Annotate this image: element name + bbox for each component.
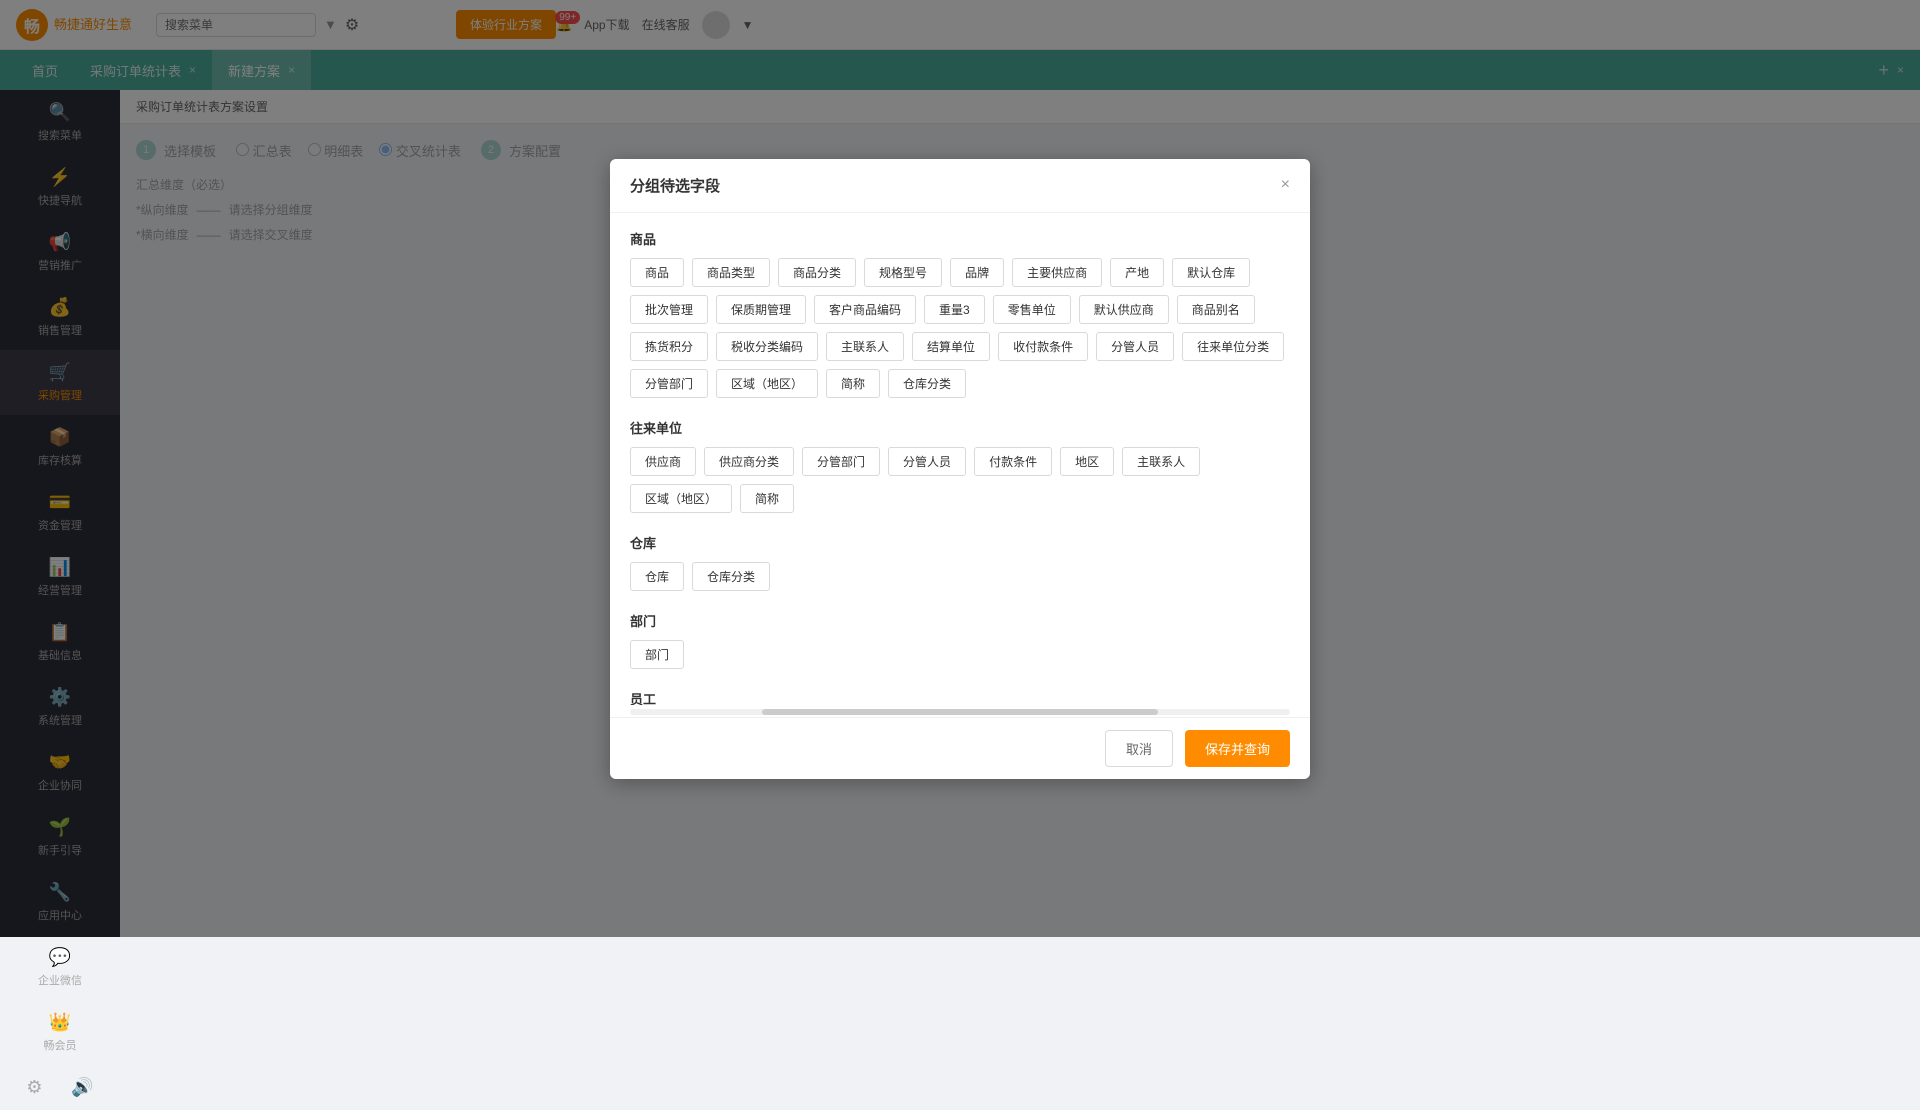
section-warehouse-title: 仓库: [630, 533, 1290, 552]
section-partner: 往来单位 供应商 供应商分类 分管部门 分管人员 付款条件 地区 主联系人 区域…: [630, 418, 1290, 513]
modal-header: 分组待选字段 ×: [610, 159, 1310, 213]
field-main-contact[interactable]: 主联系人: [826, 332, 904, 361]
section-warehouse: 仓库 仓库 仓库分类: [630, 533, 1290, 591]
field-partner-supervisor[interactable]: 分管人员: [888, 447, 966, 476]
section-employee-title: 员工: [630, 689, 1290, 705]
section-employee: 员工 业务员: [630, 689, 1290, 705]
field-supplier-category[interactable]: 供应商分类: [704, 447, 794, 476]
section-partner-fields: 供应商 供应商分类 分管部门 分管人员 付款条件 地区 主联系人 区域（地区） …: [630, 447, 1290, 513]
field-default-warehouse[interactable]: 默认仓库: [1172, 258, 1250, 287]
field-region-partner[interactable]: 地区: [1060, 447, 1114, 476]
field-warehouse-category-product[interactable]: 仓库分类: [888, 369, 966, 398]
field-select-modal: 分组待选字段 × 商品 商品 商品类型 商品分类 规格型号 品牌 主要供应商 产…: [610, 159, 1310, 779]
field-dept[interactable]: 部门: [630, 640, 684, 669]
field-pick-points[interactable]: 拣货积分: [630, 332, 708, 361]
section-dept-title: 部门: [630, 611, 1290, 630]
field-warehouse-category[interactable]: 仓库分类: [692, 562, 770, 591]
field-supplier[interactable]: 供应商: [630, 447, 696, 476]
field-retail-unit[interactable]: 零售单位: [993, 295, 1071, 324]
member-icon: 👑: [49, 1012, 71, 1033]
field-payment-terms[interactable]: 收付款条件: [998, 332, 1088, 361]
field-supervisor[interactable]: 分管人员: [1096, 332, 1174, 361]
field-default-supplier[interactable]: 默认供应商: [1079, 295, 1169, 324]
scrollbar-thumb[interactable]: [762, 709, 1158, 715]
modal-overlay: 分组待选字段 × 商品 商品 商品类型 商品分类 规格型号 品牌 主要供应商 产…: [0, 0, 1920, 937]
cancel-button[interactable]: 取消: [1105, 730, 1173, 767]
field-settlement-unit[interactable]: 结算单位: [912, 332, 990, 361]
field-short-name-partner[interactable]: 简称: [740, 484, 794, 513]
field-customer-code[interactable]: 客户商品编码: [814, 295, 916, 324]
section-product-fields: 商品 商品类型 商品分类 规格型号 品牌 主要供应商 产地 默认仓库 批次管理 …: [630, 258, 1290, 398]
sidebar-sound-icon[interactable]: 🔊: [71, 1077, 93, 1098]
sidebar-member-label: 畅会员: [44, 1037, 77, 1053]
field-expiry-mgmt[interactable]: 保质期管理: [716, 295, 806, 324]
modal-title: 分组待选字段: [630, 175, 720, 196]
section-dept: 部门 部门: [630, 611, 1290, 669]
field-weight3[interactable]: 重量3: [924, 295, 985, 324]
field-spec-model[interactable]: 规格型号: [864, 258, 942, 287]
field-main-supplier[interactable]: 主要供应商: [1012, 258, 1102, 287]
field-main-contact-partner[interactable]: 主联系人: [1122, 447, 1200, 476]
wechat-icon: 💬: [49, 947, 71, 968]
section-dept-fields: 部门: [630, 640, 1290, 669]
sidebar-item-wechat[interactable]: 💬 企业微信: [0, 935, 120, 1000]
section-product: 商品 商品 商品类型 商品分类 规格型号 品牌 主要供应商 产地 默认仓库 批次…: [630, 229, 1290, 398]
field-region-product[interactable]: 区域（地区）: [716, 369, 818, 398]
field-dept-mgmt[interactable]: 分管部门: [630, 369, 708, 398]
field-product-type[interactable]: 商品类型: [692, 258, 770, 287]
field-payment-condition[interactable]: 付款条件: [974, 447, 1052, 476]
section-warehouse-fields: 仓库 仓库分类: [630, 562, 1290, 591]
modal-footer: 取消 保存并查询: [610, 717, 1310, 779]
section-product-title: 商品: [630, 229, 1290, 248]
modal-close-button[interactable]: ×: [1281, 176, 1290, 194]
sidebar-bottom: ⚙ 🔊: [0, 1065, 120, 1110]
field-short-name-product[interactable]: 简称: [826, 369, 880, 398]
section-partner-title: 往来单位: [630, 418, 1290, 437]
field-batch-mgmt[interactable]: 批次管理: [630, 295, 708, 324]
field-origin[interactable]: 产地: [1110, 258, 1164, 287]
field-brand[interactable]: 品牌: [950, 258, 1004, 287]
field-product-alias[interactable]: 商品别名: [1177, 295, 1255, 324]
sidebar-wechat-label: 企业微信: [38, 972, 82, 988]
field-tax-code[interactable]: 税收分类编码: [716, 332, 818, 361]
sidebar-item-member[interactable]: 👑 畅会员: [0, 1000, 120, 1065]
field-product[interactable]: 商品: [630, 258, 684, 287]
sidebar-settings-icon[interactable]: ⚙: [26, 1077, 42, 1098]
modal-body: 商品 商品 商品类型 商品分类 规格型号 品牌 主要供应商 产地 默认仓库 批次…: [610, 213, 1310, 705]
field-region-area-partner[interactable]: 区域（地区）: [630, 484, 732, 513]
save-query-button[interactable]: 保存并查询: [1185, 730, 1290, 767]
field-partner-dept[interactable]: 分管部门: [802, 447, 880, 476]
field-partner-category[interactable]: 往来单位分类: [1182, 332, 1284, 361]
field-warehouse[interactable]: 仓库: [630, 562, 684, 591]
horizontal-scrollbar[interactable]: [610, 705, 1310, 717]
field-product-category[interactable]: 商品分类: [778, 258, 856, 287]
